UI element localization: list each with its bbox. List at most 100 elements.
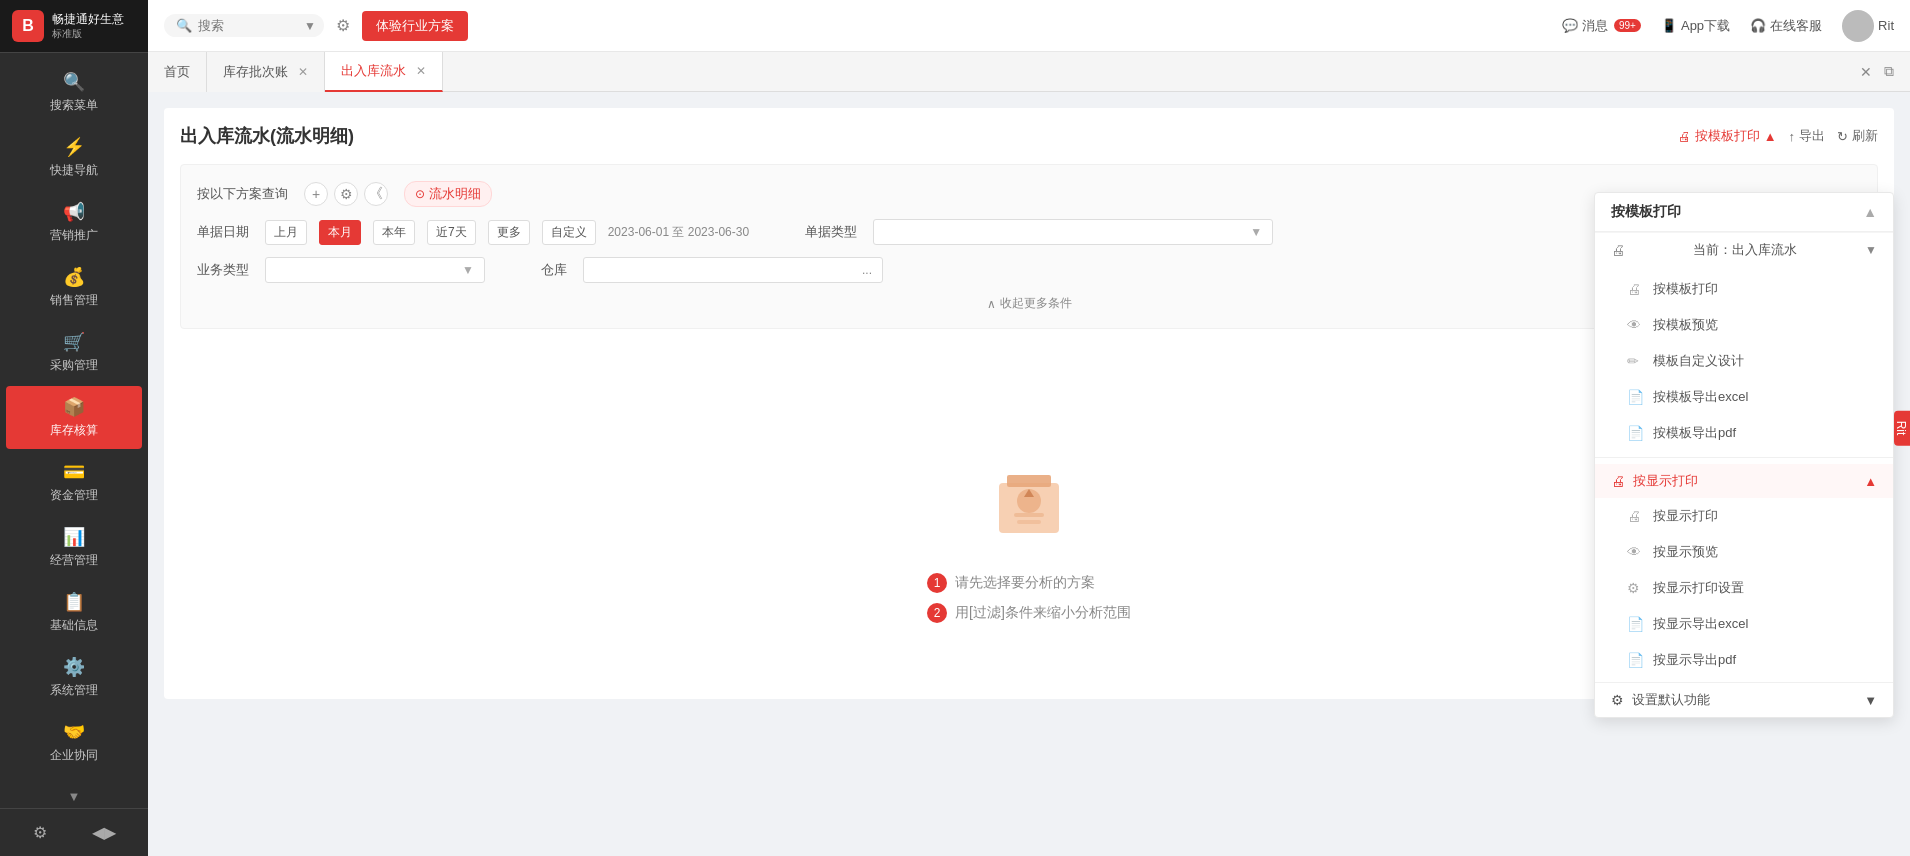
filter-gear-button[interactable]: ⚙ bbox=[334, 182, 358, 206]
system-label: 系统管理 bbox=[50, 682, 98, 699]
sidebar-item-system[interactable]: ⚙️ 系统管理 bbox=[6, 646, 142, 709]
export-button[interactable]: ↑ 导出 bbox=[1789, 127, 1826, 145]
refresh-button[interactable]: ↻ 刷新 bbox=[1837, 127, 1878, 145]
main-area: 🔍 ▼ ⚙ 体验行业方案 💬 消息 99+ 📱 App下载 🎧 在线客服 R bbox=[148, 0, 1910, 856]
dropdown-item-display-settings[interactable]: ⚙ 按显示打印设置 bbox=[1595, 570, 1893, 606]
sidebar-item-base[interactable]: 📋 基础信息 bbox=[6, 581, 142, 644]
dropdown-item-template-preview[interactable]: 👁 按模板预览 bbox=[1595, 307, 1893, 343]
date-btn-last-month[interactable]: 上月 bbox=[265, 220, 307, 245]
sidebar-item-guide[interactable]: 🎯 新手引导 bbox=[6, 776, 142, 785]
right-edge-button[interactable]: Rit bbox=[1894, 411, 1910, 446]
warehouse-more-icon[interactable]: ... bbox=[862, 263, 872, 277]
doc-type-select[interactable]: ▼ bbox=[873, 219, 1273, 245]
app-download-button[interactable]: 📱 App下载 bbox=[1661, 17, 1730, 35]
user-profile[interactable]: Rit bbox=[1842, 10, 1894, 42]
dropdown-footer[interactable]: ⚙ 设置默认功能 ▼ bbox=[1595, 682, 1893, 717]
sidebar-item-coop[interactable]: 🤝 企业协同 bbox=[6, 711, 142, 774]
marketing-icon: 📢 bbox=[63, 201, 85, 223]
pdf-icon-1: 📄 bbox=[1627, 425, 1643, 441]
tab-inout-flow-close[interactable]: ✕ bbox=[416, 64, 426, 78]
base-icon: 📋 bbox=[63, 591, 85, 613]
filter-tag[interactable]: ⊙ 流水明细 bbox=[404, 181, 492, 207]
tab-close-icon[interactable]: ✕ bbox=[1856, 60, 1876, 84]
promo-button[interactable]: 体验行业方案 bbox=[362, 11, 468, 41]
sidebar-item-inventory[interactable]: 📦 库存核算 bbox=[6, 386, 142, 449]
eye-icon-2: 👁 bbox=[1627, 544, 1643, 560]
printer-icon-2: 🖨 bbox=[1627, 508, 1643, 524]
dropdown-item-display-print[interactable]: 🖨 按显示打印 bbox=[1595, 498, 1893, 534]
warehouse-select[interactable]: ... bbox=[583, 257, 883, 283]
online-service-button[interactable]: 🎧 在线客服 bbox=[1750, 17, 1822, 35]
system-icon: ⚙️ bbox=[63, 656, 85, 678]
svg-rect-1 bbox=[1007, 475, 1051, 487]
sidebar-toggle-btn[interactable]: ◀▶ bbox=[88, 819, 120, 846]
display-print-section-header[interactable]: 🖨 按显示打印 ▲ bbox=[1595, 464, 1893, 498]
coop-label: 企业协同 bbox=[50, 747, 98, 764]
tab-inout-flow[interactable]: 出入库流水 ✕ bbox=[325, 52, 443, 92]
search-dropdown-icon[interactable]: ▼ bbox=[304, 19, 316, 33]
sidebar-item-quick-nav[interactable]: ⚡ 快捷导航 bbox=[6, 126, 142, 189]
biz-type-dropdown-icon: ▼ bbox=[462, 263, 474, 277]
dropdown-item-template-preview-label: 按模板预览 bbox=[1653, 316, 1718, 334]
dropdown-item-display-preview[interactable]: 👁 按显示预览 bbox=[1595, 534, 1893, 570]
dropdown-item-display-excel[interactable]: 📄 按显示导出excel bbox=[1595, 606, 1893, 642]
filter-tag-icon: ⊙ bbox=[415, 187, 425, 201]
username-label: Rit bbox=[1878, 18, 1894, 33]
settings-icon-2: ⚙ bbox=[1627, 580, 1643, 596]
header-search-box[interactable]: 🔍 ▼ bbox=[164, 14, 324, 37]
sidebar-nav: 🔍 搜索菜单 ⚡ 快捷导航 📢 营销推广 💰 销售管理 🛒 采购管理 📦 库存核… bbox=[0, 53, 148, 785]
date-btn-more[interactable]: 更多 bbox=[488, 220, 530, 245]
date-btn-custom[interactable]: 自定义 bbox=[542, 220, 596, 245]
print-template-button[interactable]: 🖨 按模板打印 ▲ bbox=[1678, 127, 1777, 145]
sales-icon: 💰 bbox=[63, 266, 85, 288]
tab-home[interactable]: 首页 bbox=[148, 52, 207, 92]
dropdown-item-template-print[interactable]: 🖨 按模板打印 bbox=[1595, 271, 1893, 307]
message-icon: 💬 bbox=[1562, 18, 1578, 33]
sidebar-settings-btn[interactable]: ⚙ bbox=[29, 819, 51, 846]
date-btn-this-month[interactable]: 本月 bbox=[319, 220, 361, 245]
edit-icon-1: ✏ bbox=[1627, 353, 1643, 369]
message-button[interactable]: 💬 消息 99+ bbox=[1562, 17, 1641, 35]
date-btn-7days[interactable]: 近7天 bbox=[427, 220, 476, 245]
avatar bbox=[1842, 10, 1874, 42]
filter-add-button[interactable]: + bbox=[304, 182, 328, 206]
dropdown-item-template-pdf[interactable]: 📄 按模板导出pdf bbox=[1595, 415, 1893, 451]
export-label: 导出 bbox=[1799, 127, 1825, 145]
search-input[interactable] bbox=[198, 18, 298, 33]
date-btn-this-year[interactable]: 本年 bbox=[373, 220, 415, 245]
step-label-2: 用[过滤]条件来缩小分析范围 bbox=[955, 604, 1131, 622]
dropdown-item-template-custom[interactable]: ✏ 模板自定义设计 bbox=[1595, 343, 1893, 379]
sidebar-item-marketing[interactable]: 📢 营销推广 bbox=[6, 191, 142, 254]
dropdown-item-template-excel[interactable]: 📄 按模板导出excel bbox=[1595, 379, 1893, 415]
dropdown-expand-icon[interactable]: ▲ bbox=[1863, 204, 1877, 220]
filter-collapse-button[interactable]: 《 bbox=[364, 182, 388, 206]
dropdown-item-display-preview-label: 按显示预览 bbox=[1653, 543, 1718, 561]
filter-label: 按以下方案查询 bbox=[197, 185, 288, 203]
sidebar-item-finance[interactable]: 💳 资金管理 bbox=[6, 451, 142, 514]
header-gear-icon[interactable]: ⚙ bbox=[336, 16, 350, 35]
tab-batch-account[interactable]: 库存批次账 ✕ bbox=[207, 52, 325, 92]
printer-icon-1: 🖨 bbox=[1627, 281, 1643, 297]
current-template-row[interactable]: 🖨 当前：出入库流水 ▼ bbox=[1595, 232, 1893, 267]
sidebar-item-operation[interactable]: 📊 经营管理 bbox=[6, 516, 142, 579]
purchase-label: 采购管理 bbox=[50, 357, 98, 374]
dropdown-footer-label: 设置默认功能 bbox=[1632, 691, 1710, 709]
sidebar-item-purchase[interactable]: 🛒 采购管理 bbox=[6, 321, 142, 384]
sidebar-scroll-down[interactable]: ▼ bbox=[0, 785, 148, 808]
sidebar-item-sales[interactable]: 💰 销售管理 bbox=[6, 256, 142, 319]
empty-step-1: 1 请先选择要分析的方案 bbox=[927, 573, 1131, 593]
display-print-section-label: 按显示打印 bbox=[1633, 472, 1698, 490]
collapse-label: 收起更多条件 bbox=[1000, 295, 1072, 312]
tab-batch-account-close[interactable]: ✕ bbox=[298, 65, 308, 79]
doc-type-dropdown-icon: ▼ bbox=[1250, 225, 1262, 239]
display-print-section: 🖨 按显示打印 ▲ 🖨 按显示打印 👁 按显示预览 ⚙ 按显示打印设置 bbox=[1595, 460, 1893, 682]
app-download-label: App下载 bbox=[1681, 17, 1730, 35]
header-right: 💬 消息 99+ 📱 App下载 🎧 在线客服 Rit bbox=[1562, 10, 1894, 42]
sidebar-item-search[interactable]: 🔍 搜索菜单 bbox=[6, 61, 142, 124]
tab-maximize-icon[interactable]: ⧉ bbox=[1880, 59, 1898, 84]
dropdown-item-display-pdf[interactable]: 📄 按显示导出pdf bbox=[1595, 642, 1893, 678]
biz-type-select[interactable]: ▼ bbox=[265, 257, 485, 283]
collapse-button[interactable]: ∧ 收起更多条件 bbox=[987, 295, 1072, 312]
message-label: 消息 bbox=[1582, 17, 1608, 35]
biz-type-label: 业务类型 bbox=[197, 261, 249, 279]
